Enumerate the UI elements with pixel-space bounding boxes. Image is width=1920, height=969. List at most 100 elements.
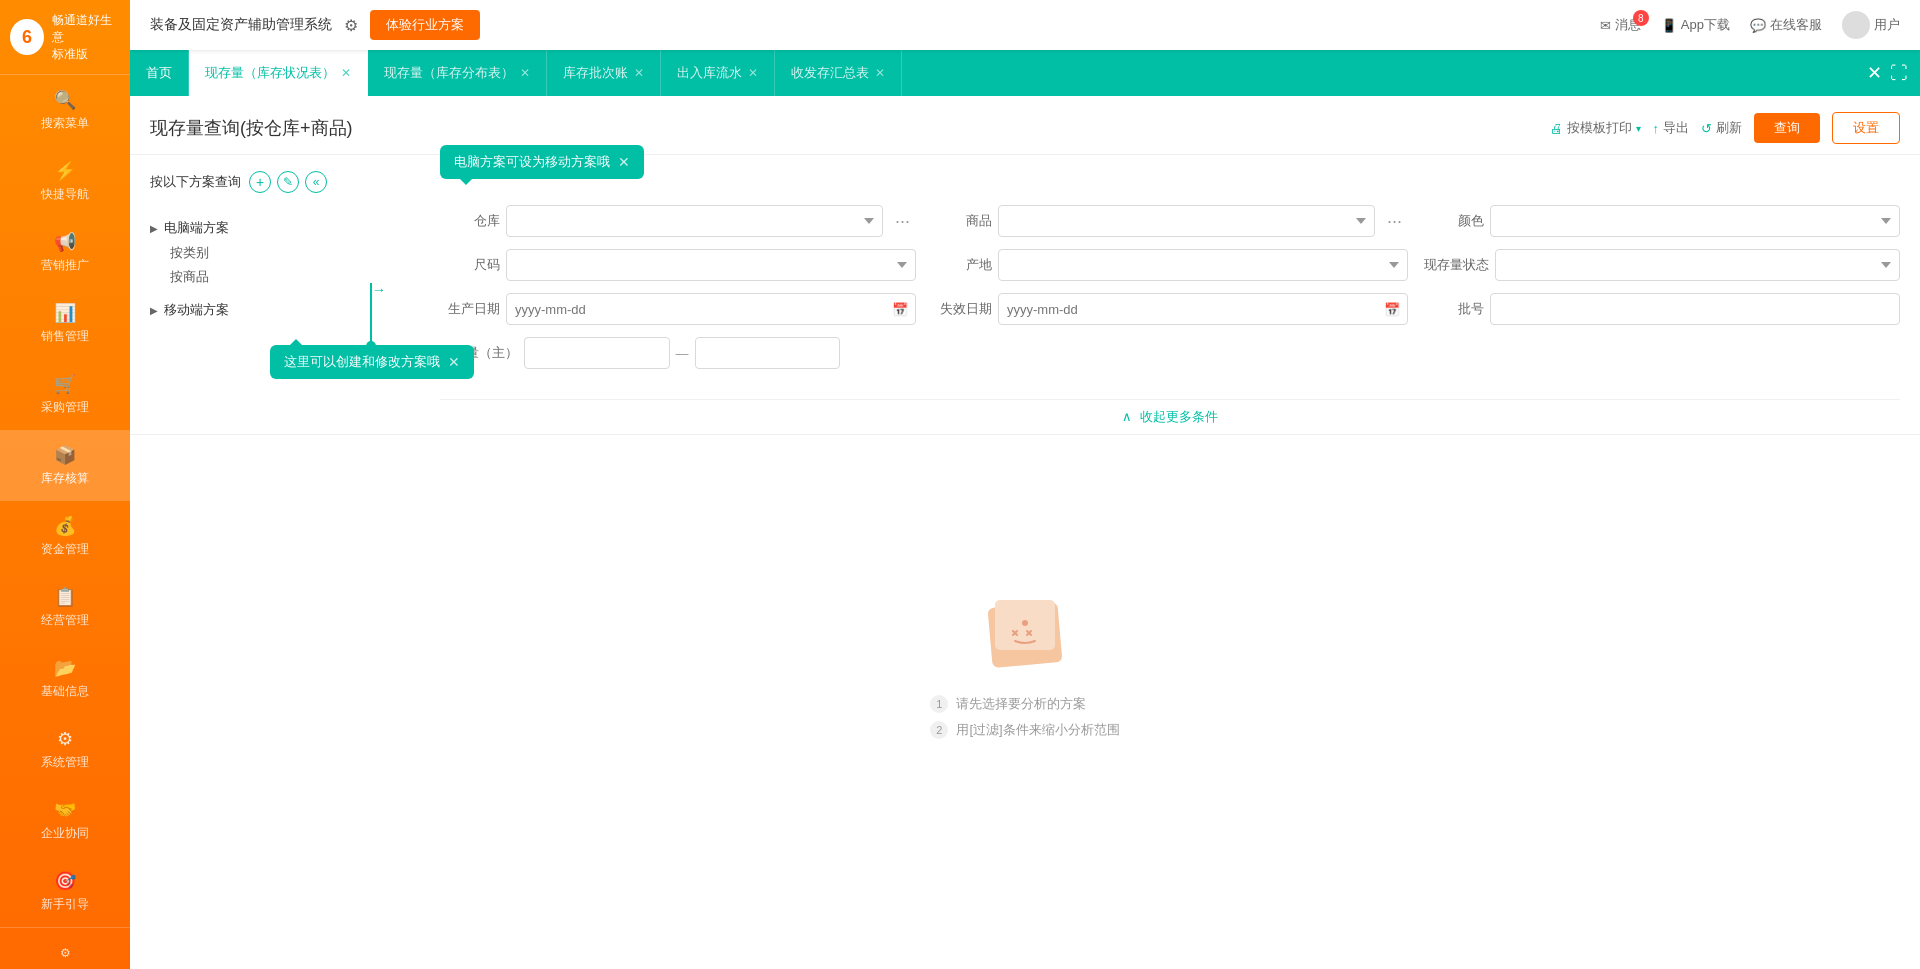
quick-nav-icon: ⚡ bbox=[54, 160, 76, 182]
filter-warehouse: 仓库 ··· bbox=[440, 205, 916, 237]
add-scheme-btn[interactable]: + bbox=[249, 171, 271, 193]
expire-date-input[interactable] bbox=[998, 293, 1408, 325]
goods-select[interactable] bbox=[998, 205, 1375, 237]
stock-main-to[interactable] bbox=[695, 337, 841, 369]
scheme-group-mobile-header[interactable]: ▶ 移动端方案 bbox=[150, 297, 350, 323]
tab-batch-account[interactable]: 库存批次账 ✕ bbox=[547, 50, 661, 96]
purchase-icon: 🛒 bbox=[54, 373, 76, 395]
user-btn[interactable]: 用户 bbox=[1842, 11, 1900, 39]
tab-close-in-out-flow[interactable]: ✕ bbox=[748, 66, 758, 80]
filter-goods: 商品 ··· bbox=[932, 205, 1408, 237]
export-icon: ↑ bbox=[1653, 121, 1660, 136]
filter-size: 尺码 bbox=[440, 249, 916, 281]
scheme-group-desktop-header[interactable]: ▶ 电脑端方案 bbox=[150, 215, 350, 241]
back-btn[interactable]: « bbox=[305, 171, 327, 193]
message-btn[interactable]: ✉ 消息 8 bbox=[1600, 16, 1641, 34]
scheme-item-by-category[interactable]: 按类别 bbox=[150, 241, 350, 265]
page-title: 现存量查询(按仓库+商品) bbox=[150, 116, 353, 140]
empty-hint-1: 1 请先选择要分析的方案 bbox=[930, 695, 1119, 713]
scheme-group-mobile: ▶ 移动端方案 bbox=[150, 297, 350, 323]
print-btn[interactable]: 🖨 按模板打印 ▾ bbox=[1550, 119, 1641, 137]
header: 装备及固定资产辅助管理系统 ⚙ 体验行业方案 ✉ 消息 8 📱 App下载 💬 … bbox=[130, 0, 1920, 50]
query-btn[interactable]: 查询 bbox=[1754, 113, 1820, 143]
refresh-icon: ↺ bbox=[1701, 121, 1712, 136]
tab-inventory-dist[interactable]: 现存量（库存分布表） ✕ bbox=[368, 50, 547, 96]
stock-main-from[interactable] bbox=[524, 337, 670, 369]
avatar bbox=[1842, 11, 1870, 39]
tab-collect-summary[interactable]: 收发存汇总表 ✕ bbox=[775, 50, 902, 96]
sidebar: 6 畅通道好生意 标准版 🔍 搜索菜单 ⚡ 快捷导航 📢 营销推广 📊 销售管理… bbox=[0, 0, 130, 969]
message-icon: ✉ bbox=[1600, 18, 1611, 33]
collapse-btn[interactable]: ∧ 收起更多条件 bbox=[440, 399, 1900, 434]
scheme-section: ▶ 电脑端方案 按类别 按商品 ▶ 移动端方案 bbox=[150, 215, 350, 327]
tab-close-inventory-dist[interactable]: ✕ bbox=[520, 66, 530, 80]
warehouse-select[interactable] bbox=[506, 205, 883, 237]
filter-action-buttons: + ✎ « bbox=[249, 171, 327, 193]
filter-label: 按以下方案查询 bbox=[150, 173, 241, 191]
refresh-btn[interactable]: ↺ 刷新 bbox=[1701, 119, 1742, 137]
page-actions: 🖨 按模板打印 ▾ ↑ 导出 ↺ 刷新 查询 设置 bbox=[1550, 112, 1901, 144]
empty-text: 1 请先选择要分析的方案 2 用[过滤]条件来缩小分析范围 bbox=[930, 695, 1119, 739]
sidebar-item-basic[interactable]: 📂 基础信息 bbox=[0, 643, 130, 714]
batch-no-input[interactable] bbox=[1490, 293, 1900, 325]
prod-date-cal-icon[interactable]: 📅 bbox=[892, 302, 908, 317]
tab-close-collect-summary[interactable]: ✕ bbox=[875, 66, 885, 80]
system-icon: ⚙ bbox=[57, 728, 73, 750]
scheme-mobile-arrow: ▶ bbox=[150, 305, 158, 316]
sidebar-item-inventory[interactable]: 📦 库存核算 bbox=[0, 430, 130, 501]
sidebar-bottom: ⚙ ◀ bbox=[0, 927, 130, 969]
tooltip-create-scheme: 这里可以创建和修改方案哦 ✕ bbox=[270, 345, 474, 379]
sidebar-item-quick-nav[interactable]: ⚡ 快捷导航 bbox=[0, 146, 130, 217]
operations-icon: 📋 bbox=[54, 586, 76, 608]
industry-btn[interactable]: 体验行业方案 bbox=[370, 10, 480, 40]
sidebar-item-operations[interactable]: 📋 经营管理 bbox=[0, 572, 130, 643]
sidebar-item-guide[interactable]: 🎯 新手引导 bbox=[0, 856, 130, 927]
filter-header: 按以下方案查询 + ✎ « 电脑方案可设为移动方案哦 ✕ bbox=[150, 171, 1900, 193]
tab-inventory-status[interactable]: 现存量（库存状况表） ✕ bbox=[189, 50, 368, 96]
empty-icon bbox=[965, 575, 1085, 675]
sidebar-item-sales[interactable]: 📊 销售管理 bbox=[0, 288, 130, 359]
sidebar-item-finance[interactable]: 💰 资金管理 bbox=[0, 501, 130, 572]
filter-row-3: 生产日期 📅 失效日期 📅 批号 bbox=[440, 293, 1900, 325]
filter-row-1: 仓库 ··· 商品 ··· 颜色 bbox=[440, 205, 1900, 237]
app-download-btn[interactable]: 📱 App下载 bbox=[1661, 16, 1730, 34]
tooltip1-close[interactable]: ✕ bbox=[618, 154, 630, 170]
filter-expire-date: 失效日期 📅 bbox=[932, 293, 1408, 325]
inventory-icon: 📦 bbox=[54, 444, 76, 466]
connector-arrow: ← bbox=[372, 283, 386, 299]
sidebar-item-search[interactable]: 🔍 搜索菜单 bbox=[0, 75, 130, 146]
tab-in-out-flow[interactable]: 出入库流水 ✕ bbox=[661, 50, 775, 96]
tab-home[interactable]: 首页 bbox=[130, 50, 189, 96]
color-select[interactable] bbox=[1490, 205, 1900, 237]
search-icon: 🔍 bbox=[54, 89, 76, 111]
sidebar-settings[interactable]: ⚙ bbox=[54, 940, 77, 966]
fullscreen-btn[interactable]: ⛶ bbox=[1890, 63, 1908, 84]
export-btn[interactable]: ↑ 导出 bbox=[1653, 119, 1690, 137]
content-area: 现存量查询(按仓库+商品) 🖨 按模板打印 ▾ ↑ 导出 ↺ 刷新 查询 设置 bbox=[130, 96, 1920, 969]
size-select[interactable] bbox=[506, 249, 916, 281]
stock-status-select[interactable] bbox=[1495, 249, 1900, 281]
set-btn[interactable]: 设置 bbox=[1832, 112, 1900, 144]
main-area: 装备及固定资产辅助管理系统 ⚙ 体验行业方案 ✉ 消息 8 📱 App下载 💬 … bbox=[130, 0, 1920, 969]
close-all-tabs-btn[interactable]: ✕ bbox=[1867, 62, 1882, 84]
goods-dots[interactable]: ··· bbox=[1381, 211, 1408, 232]
expire-date-cal-icon[interactable]: 📅 bbox=[1384, 302, 1400, 317]
sidebar-item-marketing[interactable]: 📢 营销推广 bbox=[0, 217, 130, 288]
edit-scheme-btn[interactable]: ✎ bbox=[277, 171, 299, 193]
sidebar-item-purchase[interactable]: 🛒 采购管理 bbox=[0, 359, 130, 430]
sidebar-nav: 🔍 搜索菜单 ⚡ 快捷导航 📢 营销推广 📊 销售管理 🛒 采购管理 📦 库存核… bbox=[0, 75, 130, 927]
sidebar-item-enterprise[interactable]: 🤝 企业协同 bbox=[0, 785, 130, 856]
stock-main-separator: — bbox=[676, 346, 689, 361]
scheme-item-by-goods[interactable]: 按商品 bbox=[150, 265, 350, 289]
sidebar-item-system[interactable]: ⚙ 系统管理 bbox=[0, 714, 130, 785]
header-left: 装备及固定资产辅助管理系统 ⚙ 体验行业方案 bbox=[150, 10, 480, 40]
warehouse-dots[interactable]: ··· bbox=[889, 211, 916, 232]
origin-select[interactable] bbox=[998, 249, 1408, 281]
tooltip2-close[interactable]: ✕ bbox=[448, 354, 460, 370]
header-gear-icon[interactable]: ⚙ bbox=[344, 16, 358, 35]
prod-date-input[interactable] bbox=[506, 293, 916, 325]
online-support-btn[interactable]: 💬 在线客服 bbox=[1750, 16, 1822, 34]
tab-close-batch-account[interactable]: ✕ bbox=[634, 66, 644, 80]
tab-close-inventory-status[interactable]: ✕ bbox=[341, 66, 351, 80]
prod-date-wrap: 📅 bbox=[506, 293, 916, 325]
